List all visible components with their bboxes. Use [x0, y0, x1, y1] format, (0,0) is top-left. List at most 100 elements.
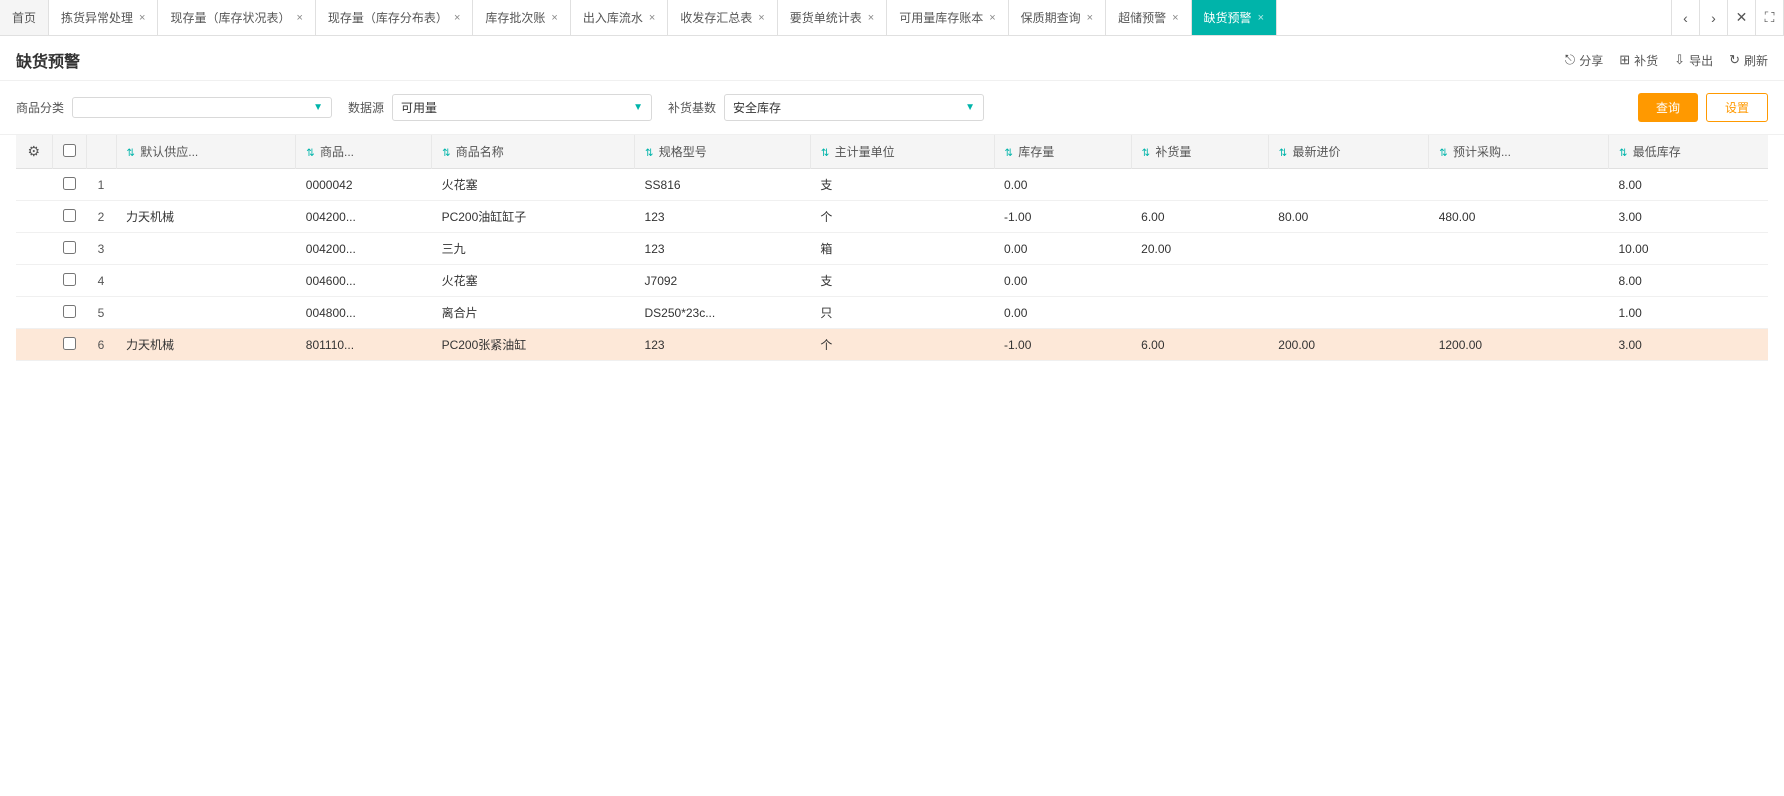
- tab-stock-status[interactable]: 现存量（库存状况表） ×: [158, 0, 315, 35]
- replenish-button[interactable]: ⊞ 补货: [1619, 52, 1658, 69]
- filter-area: 商品分类 ▼ 数据源 可用量 ▼ 补货基数 安全库存 ▼ 查询 设置: [0, 81, 1784, 135]
- row-product-code: 004200...: [296, 233, 432, 265]
- row-latest-price: [1268, 233, 1428, 265]
- row-settings-cell: [16, 297, 52, 329]
- tab-close-expiry-query[interactable]: ×: [1087, 12, 1093, 24]
- row-spec: 123: [635, 329, 811, 361]
- row-latest-price: 200.00: [1268, 329, 1428, 361]
- row-product-name: PC200油缸缸子: [432, 201, 635, 233]
- column-header-unit[interactable]: ⇅ 主计量单位: [810, 135, 994, 169]
- row-checkbox-3[interactable]: [63, 273, 76, 286]
- select-all-checkbox[interactable]: [63, 144, 76, 157]
- tab-receipt-summary[interactable]: 收发存汇总表 ×: [668, 0, 777, 35]
- tab-overstock[interactable]: 超储预警 ×: [1106, 0, 1191, 35]
- row-min-stock: 10.00: [1608, 233, 1768, 265]
- column-header-product-code[interactable]: ⇅ 商品...: [296, 135, 432, 169]
- tab-close-available-ledger[interactable]: ×: [989, 12, 995, 24]
- row-unit: 个: [810, 201, 994, 233]
- tab-available-ledger[interactable]: 可用量库存账本 ×: [887, 0, 1008, 35]
- refresh-button[interactable]: ↻ 刷新: [1729, 52, 1768, 69]
- row-min-stock: 8.00: [1608, 265, 1768, 297]
- row-unit: 支: [810, 169, 994, 201]
- tab-close-all-button[interactable]: ✕: [1728, 0, 1756, 35]
- replenish-basis-select[interactable]: 安全库存 ▼: [724, 94, 984, 121]
- share-button[interactable]: ⎋ 分享: [1565, 52, 1603, 69]
- table-row: 5 004800... 离合片 DS250*23c... 只 0.00 1.00: [16, 297, 1768, 329]
- tab-close-stock-dist[interactable]: ×: [454, 12, 460, 24]
- row-spec: J7092: [635, 265, 811, 297]
- tab-expiry-query[interactable]: 保质期查询 ×: [1009, 0, 1106, 35]
- tab-close-overstock[interactable]: ×: [1172, 12, 1178, 24]
- row-checkbox-2[interactable]: [63, 241, 76, 254]
- row-product-code: 004200...: [296, 201, 432, 233]
- settings-button[interactable]: 设置: [1706, 93, 1768, 122]
- row-supplier: [116, 265, 296, 297]
- row-spec: 123: [635, 201, 811, 233]
- tab-bar: 首页 拣货异常处理 × 现存量（库存状况表） × 现存量（库存分布表） × 库存…: [0, 0, 1784, 36]
- row-checkbox-cell[interactable]: [52, 169, 86, 201]
- column-header-spec[interactable]: ⇅ 规格型号: [635, 135, 811, 169]
- row-settings-cell: [16, 201, 52, 233]
- tab-close-batch-account[interactable]: ×: [551, 12, 557, 24]
- tab-stock-dist[interactable]: 现存量（库存分布表） ×: [316, 0, 473, 35]
- row-stock-qty: 0.00: [994, 265, 1131, 297]
- datasource-select[interactable]: 可用量 ▼: [392, 94, 652, 121]
- tab-close-exception[interactable]: ×: [139, 12, 145, 24]
- column-header-stock-qty[interactable]: ⇅ 库存量: [994, 135, 1131, 169]
- query-button[interactable]: 查询: [1638, 93, 1698, 122]
- row-checkbox-0[interactable]: [63, 177, 76, 190]
- row-product-name: 三九: [432, 233, 635, 265]
- tab-fullscreen-button[interactable]: ⛶: [1756, 0, 1784, 35]
- column-header-settings[interactable]: ⚙: [16, 135, 52, 169]
- column-header-replenish-qty[interactable]: ⇅ 补货量: [1131, 135, 1268, 169]
- data-table: ⚙ ⇅ 默认供应... ⇅ 商品... ⇅: [16, 135, 1768, 361]
- row-latest-price: [1268, 265, 1428, 297]
- tab-exception[interactable]: 拣货异常处理 ×: [49, 0, 158, 35]
- row-spec: DS250*23c...: [635, 297, 811, 329]
- header-actions: ⎋ 分享 ⊞ 补货 ⇩ 导出 ↻ 刷新: [1565, 52, 1768, 69]
- table-container: ⚙ ⇅ 默认供应... ⇅ 商品... ⇅: [0, 135, 1784, 361]
- tab-close-shortage[interactable]: ×: [1258, 12, 1264, 24]
- row-unit: 只: [810, 297, 994, 329]
- tab-inout-flow[interactable]: 出入库流水 ×: [571, 0, 668, 35]
- row-min-stock: 1.00: [1608, 297, 1768, 329]
- row-checkbox-1[interactable]: [63, 209, 76, 222]
- column-header-product-name[interactable]: ⇅ 商品名称: [432, 135, 635, 169]
- column-header-estimated-purchase[interactable]: ⇅ 预计采购...: [1429, 135, 1609, 169]
- gear-icon[interactable]: ⚙: [27, 143, 40, 159]
- row-stock-qty: -1.00: [994, 201, 1131, 233]
- row-checkbox-cell[interactable]: [52, 201, 86, 233]
- row-latest-price: [1268, 297, 1428, 329]
- column-header-checkbox[interactable]: [52, 135, 86, 169]
- column-header-latest-price[interactable]: ⇅ 最新进价: [1268, 135, 1428, 169]
- tab-close-receipt-summary[interactable]: ×: [758, 12, 764, 24]
- export-button[interactable]: ⇩ 导出: [1674, 52, 1713, 69]
- tab-shortage[interactable]: 缺货预警 ×: [1192, 0, 1277, 35]
- row-product-name: 火花塞: [432, 169, 635, 201]
- row-checkbox-cell[interactable]: [52, 265, 86, 297]
- row-product-name: 离合片: [432, 297, 635, 329]
- row-unit: 支: [810, 265, 994, 297]
- tab-prev-button[interactable]: ‹: [1672, 0, 1700, 35]
- tab-requisition-stat[interactable]: 要货单统计表 ×: [778, 0, 887, 35]
- row-estimated-purchase: [1429, 265, 1609, 297]
- replenish-basis-value: 安全库存: [733, 99, 781, 116]
- tab-next-button[interactable]: ›: [1700, 0, 1728, 35]
- tab-batch-account[interactable]: 库存批次账 ×: [473, 0, 570, 35]
- tab-close-stock-status[interactable]: ×: [296, 12, 302, 24]
- row-checkbox-4[interactable]: [63, 305, 76, 318]
- column-header-min-stock[interactable]: ⇅ 最低库存: [1608, 135, 1768, 169]
- tab-close-requisition-stat[interactable]: ×: [868, 12, 874, 24]
- column-header-supplier[interactable]: ⇅ 默认供应...: [116, 135, 296, 169]
- category-select[interactable]: ▼: [72, 97, 332, 118]
- datasource-label: 数据源: [348, 99, 384, 116]
- replenish-icon: ⊞: [1619, 52, 1630, 68]
- row-checkbox-cell[interactable]: [52, 233, 86, 265]
- row-checkbox-cell[interactable]: [52, 297, 86, 329]
- row-checkbox-5[interactable]: [63, 337, 76, 350]
- row-checkbox-cell[interactable]: [52, 329, 86, 361]
- row-estimated-purchase: 1200.00: [1429, 329, 1609, 361]
- tab-home[interactable]: 首页: [0, 0, 49, 35]
- tab-close-inout-flow[interactable]: ×: [649, 12, 655, 24]
- row-unit: 个: [810, 329, 994, 361]
